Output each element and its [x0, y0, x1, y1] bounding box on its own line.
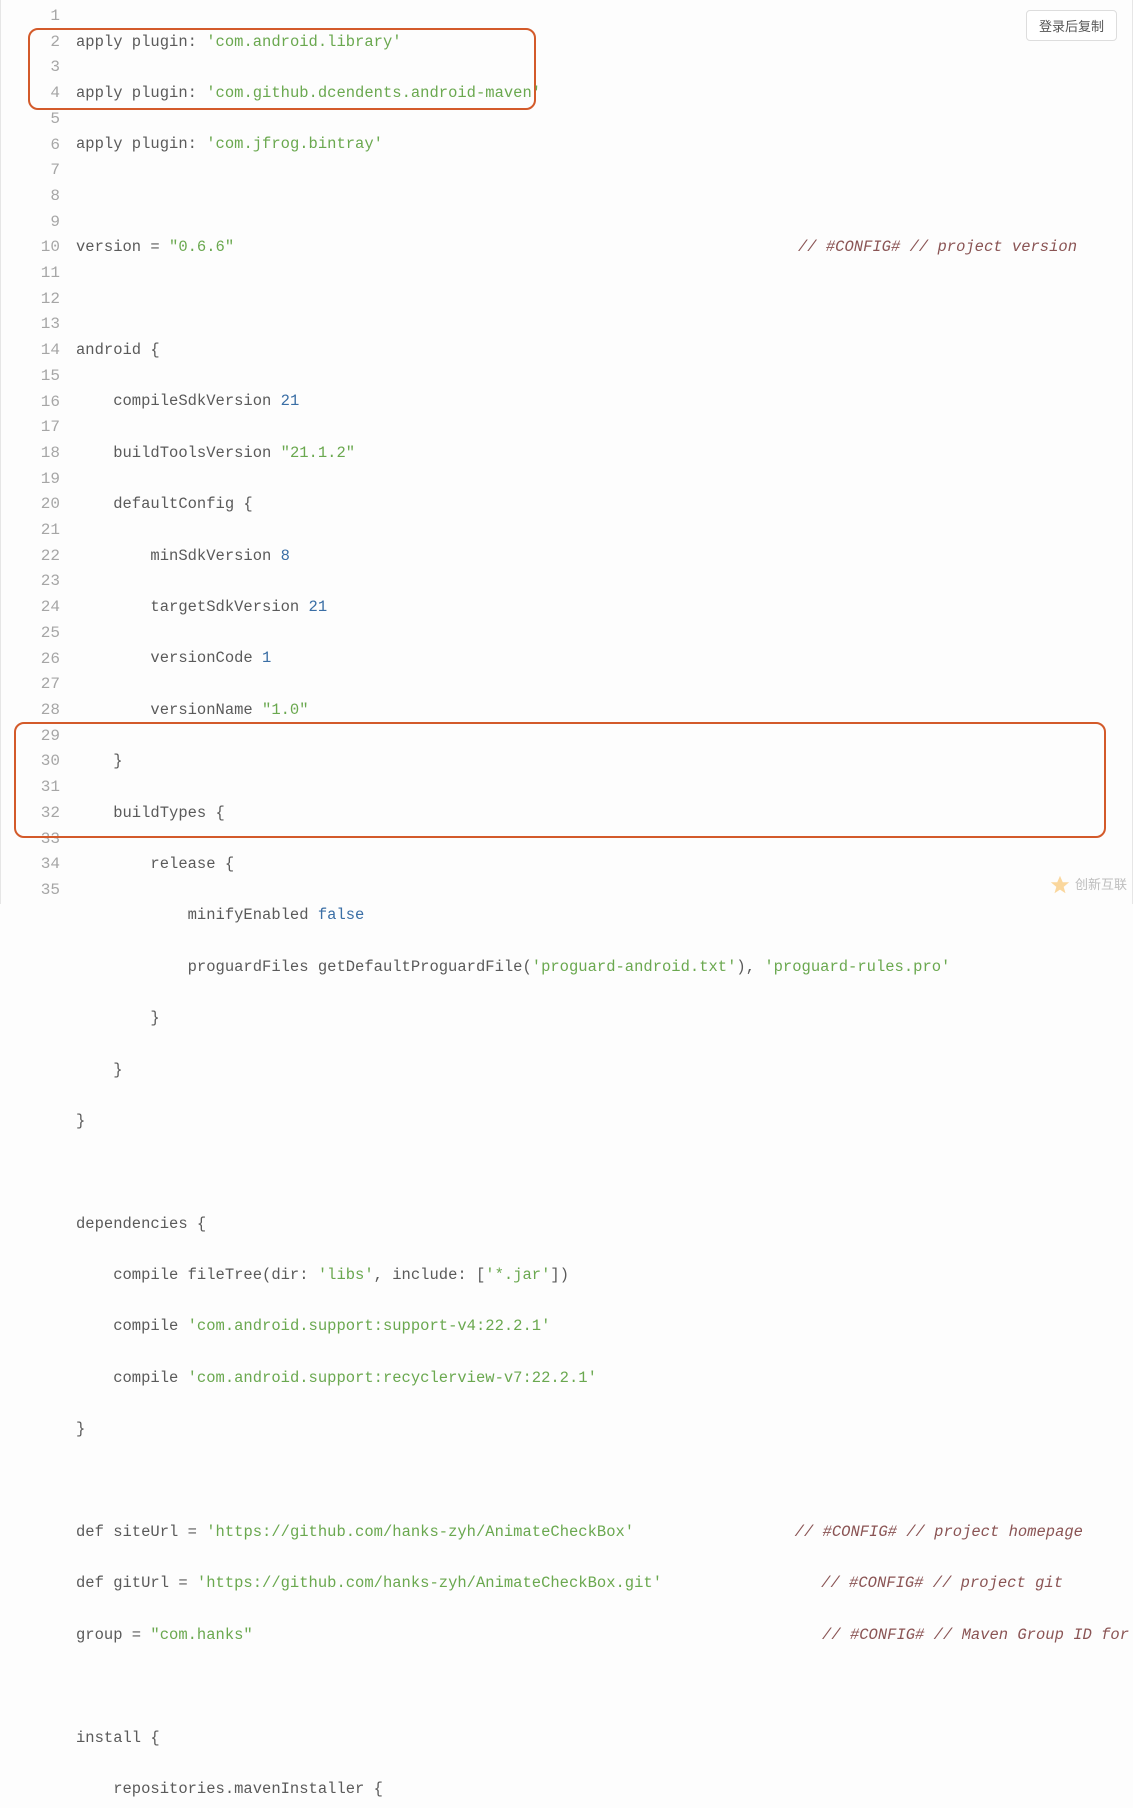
- code-line: [76, 184, 1133, 210]
- code-line: }: [76, 1417, 1133, 1443]
- code-line: group = "com.hanks"// #CONFIG# // Maven …: [76, 1623, 1133, 1649]
- code-line: compile fileTree(dir: 'libs', include: […: [76, 1263, 1133, 1289]
- code-line: android {: [76, 338, 1133, 364]
- code-line: minifyEnabled false: [76, 903, 1133, 929]
- code-line: [76, 1674, 1133, 1700]
- code-line: }: [76, 1058, 1133, 1084]
- config-comment: // #CONFIG# // Maven Group ID for: [822, 1623, 1129, 1649]
- code-line: def siteUrl = 'https://github.com/hanks-…: [76, 1520, 1133, 1546]
- code-line: [76, 1469, 1133, 1495]
- line-number-gutter: 12345678910 11121314151617181920 2122232…: [0, 4, 76, 1808]
- code-line: }: [76, 1006, 1133, 1032]
- logo-icon: [1049, 874, 1071, 896]
- code-line: buildTypes {: [76, 801, 1133, 827]
- code-line: targetSdkVersion 21: [76, 595, 1133, 621]
- code-line: apply plugin: 'com.github.dcendents.andr…: [76, 81, 1133, 107]
- code-line: compile 'com.android.support:recyclervie…: [76, 1366, 1133, 1392]
- config-comment: // #CONFIG# // project homepage: [795, 1520, 1083, 1546]
- watermark-logo: 创新互联: [1049, 872, 1127, 898]
- code-content: apply plugin: 'com.android.library' appl…: [76, 4, 1133, 1808]
- code-line: versionName "1.0": [76, 698, 1133, 724]
- code-line: [76, 1160, 1133, 1186]
- code-line: }: [76, 749, 1133, 775]
- code-line: install {: [76, 1726, 1133, 1752]
- code-line: compileSdkVersion 21: [76, 389, 1133, 415]
- code-line: }: [76, 1109, 1133, 1135]
- config-comment: // #CONFIG# // project git: [821, 1571, 1063, 1597]
- code-line: [76, 287, 1133, 313]
- code-line: release {: [76, 852, 1133, 878]
- code-line: def gitUrl = 'https://github.com/hanks-z…: [76, 1571, 1133, 1597]
- code-line: minSdkVersion 8: [76, 544, 1133, 570]
- code-editor: 12345678910 11121314151617181920 2122232…: [0, 0, 1133, 1808]
- code-line: version = "0.6.6"// #CONFIG# // project …: [76, 235, 1133, 261]
- code-line: dependencies {: [76, 1212, 1133, 1238]
- code-line: repositories.mavenInstaller {: [76, 1777, 1133, 1803]
- code-line: compile 'com.android.support:support-v4:…: [76, 1314, 1133, 1340]
- config-comment: // #CONFIG# // project version: [798, 235, 1077, 261]
- code-line: versionCode 1: [76, 646, 1133, 672]
- code-line: buildToolsVersion "21.1.2": [76, 441, 1133, 467]
- code-line: apply plugin: 'com.android.library': [76, 30, 1133, 56]
- code-line: apply plugin: 'com.jfrog.bintray': [76, 132, 1133, 158]
- watermark-text: 创新互联: [1075, 872, 1127, 898]
- code-line: defaultConfig {: [76, 492, 1133, 518]
- code-line: proguardFiles getDefaultProguardFile('pr…: [76, 955, 1133, 981]
